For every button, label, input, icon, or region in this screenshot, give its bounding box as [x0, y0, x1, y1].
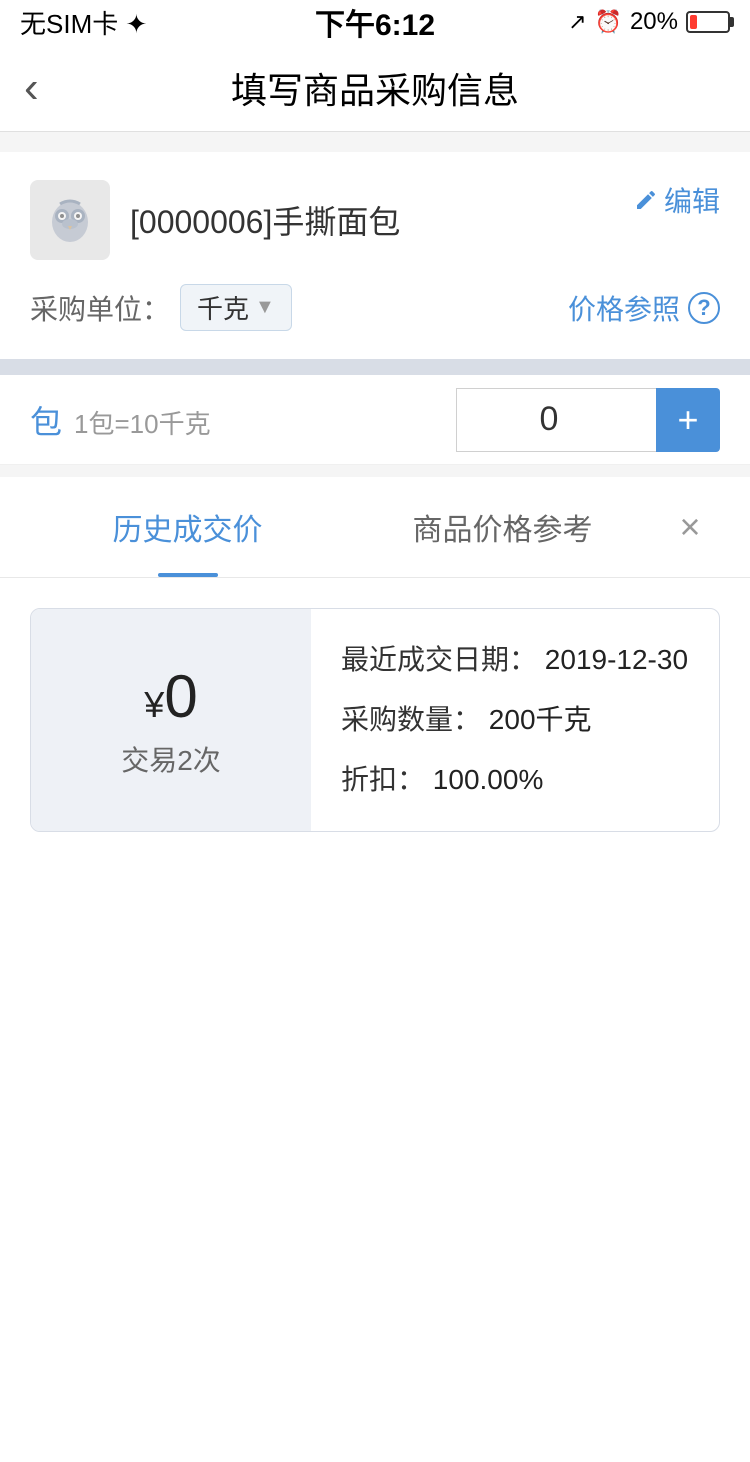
purchase-qty-label: 采购数量： — [341, 704, 481, 735]
card-area: ¥0 交易2次 最近成交日期： 2019-12-30 采购数量： 200千克 折… — [0, 578, 750, 862]
purchase-qty-row: 采购数量： 200千克 — [341, 699, 689, 741]
status-right: ↗ ⏰ 20% — [568, 8, 730, 36]
product-logo — [30, 180, 110, 260]
purchase-unit: 采购单位： 千克 ▼ — [30, 284, 292, 331]
tab-history-price[interactable]: 历史成交价 — [30, 477, 345, 577]
unit-value: 千克 — [197, 289, 249, 326]
price-card-left: ¥0 交易2次 — [31, 609, 311, 831]
currency-symbol: ¥ — [144, 684, 164, 725]
price-ref-icon: ? — [688, 292, 720, 324]
carrier-text: 无SIM卡 ✦ — [20, 4, 147, 41]
product-section: [0000006]手撕面包 编辑 采购单位： 千克 ▼ 价格参照 ? — [0, 152, 750, 359]
status-bar: 无SIM卡 ✦ 下午6:12 ↗ ⏰ 20% — [0, 0, 750, 44]
quantity-unit-sub: 1包=10千克 — [74, 404, 211, 441]
product-name: [0000006]手撕面包 — [130, 197, 400, 243]
recent-date-value: 2019-12-30 — [545, 644, 688, 675]
tab-close-button[interactable]: × — [660, 497, 720, 557]
price-card-right: 最近成交日期： 2019-12-30 采购数量： 200千克 折扣： 100.0… — [311, 609, 719, 831]
price-ref-button[interactable]: 价格参照 ? — [568, 288, 720, 328]
divider-bar — [0, 359, 750, 375]
price-main: ¥0 — [144, 662, 197, 731]
price-amount: 0 — [164, 663, 197, 730]
quantity-unit-main: 包 — [30, 397, 62, 443]
quantity-row: 包 1包=10千克 + — [0, 375, 750, 465]
status-left: 无SIM卡 ✦ — [20, 4, 147, 41]
purchase-qty-value: 200千克 — [489, 704, 592, 735]
quantity-label: 包 1包=10千克 — [30, 397, 211, 443]
discount-value: 100.00% — [433, 764, 544, 795]
tab-product-price-label: 商品价格参考 — [413, 514, 593, 547]
product-info-row: 采购单位： 千克 ▼ 价格参照 ? — [30, 284, 720, 331]
discount-row: 折扣： 100.00% — [341, 759, 689, 801]
unit-select[interactable]: 千克 ▼ — [180, 284, 292, 331]
quantity-input[interactable] — [456, 388, 656, 452]
recent-date-label: 最近成交日期： — [341, 644, 537, 675]
trade-count: 交易2次 — [121, 739, 221, 779]
purchase-unit-label: 采购单位： — [30, 288, 170, 328]
location-icon: ↗ — [568, 9, 586, 35]
quantity-plus-button[interactable]: + — [656, 388, 720, 452]
close-icon: × — [679, 506, 700, 548]
price-ref-label: 价格参照 — [568, 288, 680, 328]
tab-history-price-label: 历史成交价 — [113, 514, 263, 547]
discount-label: 折扣： — [341, 764, 425, 795]
page-title: 填写商品采购信息 — [231, 62, 519, 114]
edit-button[interactable]: 编辑 — [634, 180, 720, 220]
tab-product-price[interactable]: 商品价格参考 — [345, 477, 660, 577]
quantity-control: + — [456, 388, 720, 452]
back-button[interactable]: ‹ — [24, 63, 39, 113]
unit-dropdown-arrow: ▼ — [255, 296, 275, 319]
back-icon: ‹ — [24, 63, 39, 113]
edit-label: 编辑 — [664, 180, 720, 220]
product-header: [0000006]手撕面包 编辑 — [30, 180, 720, 260]
edit-icon — [634, 188, 658, 212]
status-time: 下午6:12 — [315, 0, 435, 44]
battery-percent: 20% — [630, 8, 678, 36]
product-left: [0000006]手撕面包 — [30, 180, 400, 260]
bottom-space — [0, 862, 750, 1462]
alarm-icon: ⏰ — [595, 9, 622, 35]
product-logo-svg — [40, 190, 100, 250]
nav-bar: ‹ 填写商品采购信息 — [0, 44, 750, 132]
price-card: ¥0 交易2次 最近成交日期： 2019-12-30 采购数量： 200千克 折… — [30, 608, 720, 832]
tab-section: 历史成交价 商品价格参考 × ¥0 交易2次 最近成交日期： 2019-12-3… — [0, 477, 750, 862]
battery-icon — [686, 11, 730, 33]
recent-date-row: 最近成交日期： 2019-12-30 — [341, 639, 689, 681]
tab-bar: 历史成交价 商品价格参考 × — [0, 477, 750, 578]
